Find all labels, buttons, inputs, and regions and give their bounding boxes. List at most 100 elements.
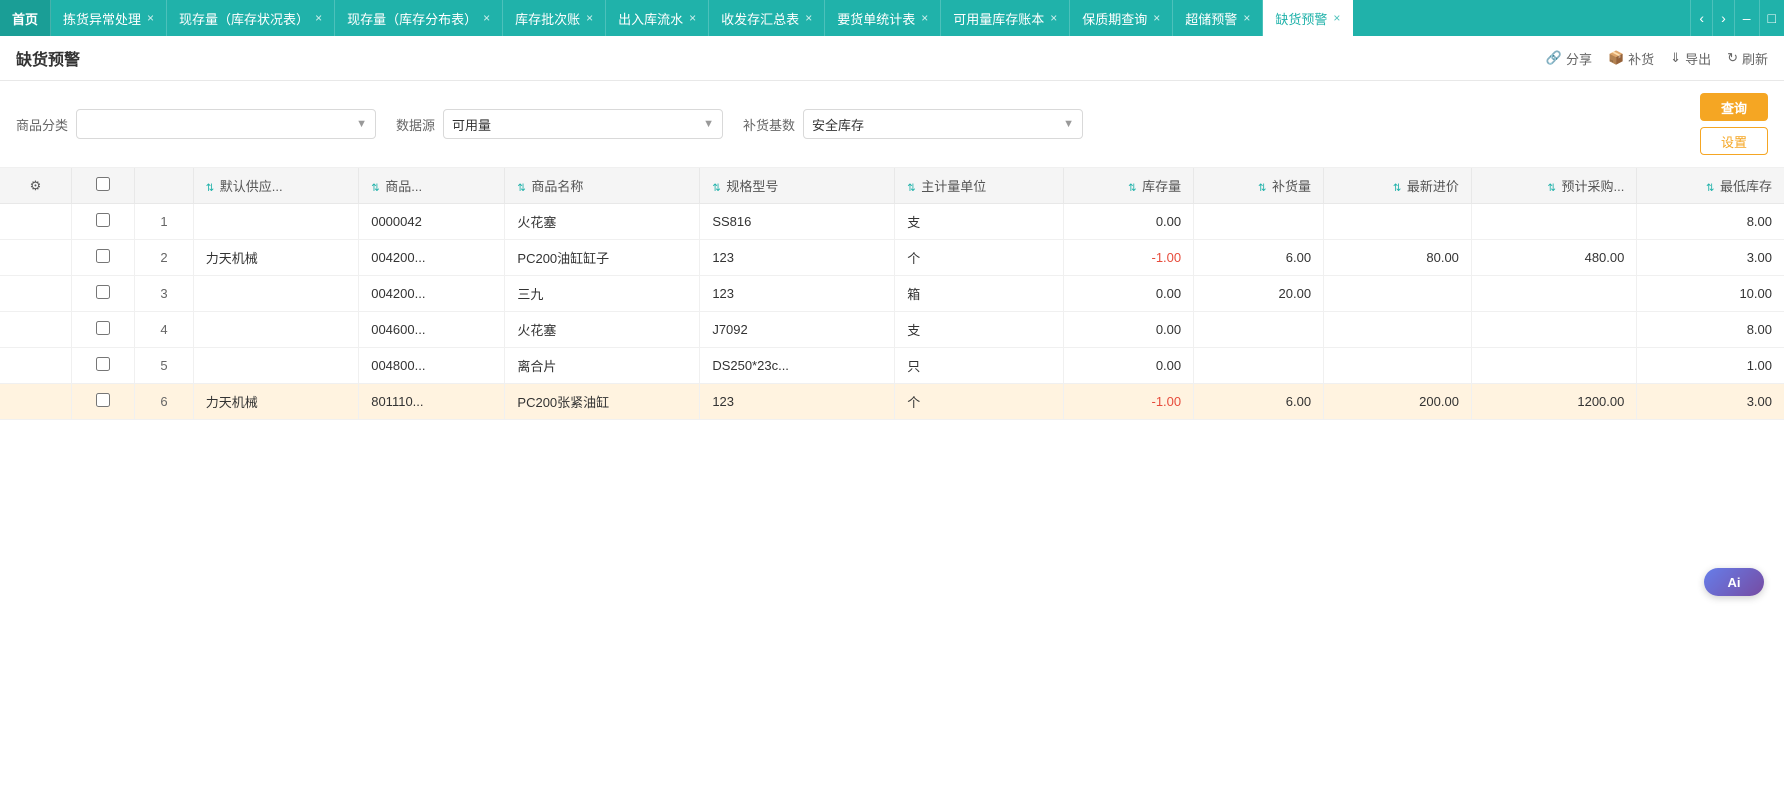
col-header-spec[interactable]: ⇅ 规格型号 — [700, 168, 895, 204]
product-category-group: 商品分类 ▼ — [16, 109, 376, 139]
table-row: 6 力天机械 801110... PC200张紧油缸 123 个 -1.00 6… — [0, 384, 1784, 420]
col-header-check[interactable] — [71, 168, 134, 204]
col-header-settings[interactable]: ⚙ — [0, 168, 71, 204]
col-header-minstock[interactable]: ⇅ 最低库存 — [1637, 168, 1784, 204]
tab-1[interactable]: 拣货异常处理 × — [51, 0, 167, 36]
tab-9-close[interactable]: × — [1153, 11, 1160, 25]
refresh-btn[interactable]: ↻ 刷新 — [1727, 49, 1768, 68]
replenish-base-select[interactable]: 安全库存 ▼ — [803, 109, 1083, 139]
row-check-3[interactable] — [71, 312, 134, 348]
col-header-replen[interactable]: ⇅ 补货量 — [1194, 168, 1324, 204]
tab-2[interactable]: 现存量（库存状况表） × — [167, 0, 335, 36]
row-check-1[interactable] — [71, 240, 134, 276]
row-code-2: 004200... — [359, 276, 505, 312]
row-checkbox-3[interactable] — [96, 321, 110, 335]
tab-minimize-btn[interactable]: – — [1734, 0, 1759, 36]
replenish-icon: 📦 — [1608, 50, 1624, 66]
tab-7-close[interactable]: × — [921, 11, 928, 25]
product-category-select[interactable]: ▼ — [76, 109, 376, 139]
sort-icon-minstock: ⇅ — [1706, 183, 1714, 194]
sort-icon-unit: ⇅ — [907, 183, 915, 194]
header-checkbox[interactable] — [96, 177, 110, 191]
row-settings-4 — [0, 348, 71, 384]
tab-maximize-btn[interactable]: □ — [1759, 0, 1784, 36]
row-checkbox-5[interactable] — [96, 393, 110, 407]
row-purchase-1: 480.00 — [1471, 240, 1636, 276]
tab-1-close[interactable]: × — [147, 11, 154, 25]
row-check-4[interactable] — [71, 348, 134, 384]
settings-icon: ⚙ — [30, 178, 42, 193]
row-spec-1: 123 — [700, 240, 895, 276]
col-header-name[interactable]: ⇅ 商品名称 — [505, 168, 700, 204]
row-purchase-0 — [1471, 204, 1636, 240]
row-settings-2 — [0, 276, 71, 312]
tab-8[interactable]: 可用量库存账本 × — [941, 0, 1070, 36]
tab-6-close[interactable]: × — [805, 11, 812, 25]
col-header-supplier[interactable]: ⇅ 默认供应... — [193, 168, 358, 204]
row-num-2: 3 — [135, 276, 193, 312]
row-settings-5 — [0, 384, 71, 420]
tab-6[interactable]: 收发存汇总表 × — [709, 0, 825, 36]
tab-4-close[interactable]: × — [586, 11, 593, 25]
sort-icon-stock: ⇅ — [1128, 183, 1136, 194]
tab-next-btn[interactable]: › — [1712, 0, 1734, 36]
col-header-unit[interactable]: ⇅ 主计量单位 — [895, 168, 1064, 204]
tab-11[interactable]: 缺货预警 × — [1263, 0, 1353, 36]
tab-3-close[interactable]: × — [483, 11, 490, 25]
header-actions: 🔗 分享 📦 补货 ⇓ 导出 ↻ 刷新 — [1546, 49, 1768, 68]
tab-8-close[interactable]: × — [1050, 11, 1057, 25]
tab-2-close[interactable]: × — [315, 11, 322, 25]
row-spec-4: DS250*23c... — [700, 348, 895, 384]
table-row: 1 0000042 火花塞 SS816 支 0.00 8.00 — [0, 204, 1784, 240]
tab-5[interactable]: 出入库流水 × — [606, 0, 709, 36]
row-unit-0: 支 — [895, 204, 1064, 240]
row-num-5: 6 — [135, 384, 193, 420]
replenish-btn[interactable]: 📦 补货 — [1608, 49, 1654, 68]
tab-3[interactable]: 现存量（库存分布表） × — [335, 0, 503, 36]
page-title: 缺货预警 — [16, 46, 80, 70]
share-btn[interactable]: 🔗 分享 — [1546, 49, 1592, 68]
sort-icon-replen: ⇅ — [1258, 183, 1266, 194]
tab-9[interactable]: 保质期查询 × — [1070, 0, 1173, 36]
filter-bar: 商品分类 ▼ 数据源 可用量 ▼ 补货基数 安全库存 ▼ 查询 设置 — [0, 81, 1784, 168]
table-row: 4 004600... 火花塞 J7092 支 0.00 8.00 — [0, 312, 1784, 348]
row-price-1: 80.00 — [1324, 240, 1472, 276]
tab-10[interactable]: 超储预警 × — [1173, 0, 1263, 36]
col-header-purchase[interactable]: ⇅ 预计采购... — [1471, 168, 1636, 204]
row-num-1: 2 — [135, 240, 193, 276]
tab-10-close[interactable]: × — [1243, 11, 1250, 25]
tab-7[interactable]: 要货单统计表 × — [825, 0, 941, 36]
row-checkbox-2[interactable] — [96, 285, 110, 299]
data-source-select[interactable]: 可用量 ▼ — [443, 109, 723, 139]
row-purchase-3 — [1471, 312, 1636, 348]
row-settings-3 — [0, 312, 71, 348]
ai-button[interactable]: Ai — [1704, 568, 1764, 596]
tab-4[interactable]: 库存批次账 × — [503, 0, 606, 36]
col-header-code[interactable]: ⇅ 商品... — [359, 168, 505, 204]
row-check-2[interactable] — [71, 276, 134, 312]
export-btn[interactable]: ⇓ 导出 — [1670, 49, 1711, 68]
col-header-price[interactable]: ⇅ 最新进价 — [1324, 168, 1472, 204]
tab-5-close[interactable]: × — [689, 11, 696, 25]
row-num-0: 1 — [135, 204, 193, 240]
row-checkbox-0[interactable] — [96, 213, 110, 227]
tab-11-close[interactable]: × — [1333, 11, 1340, 25]
query-button[interactable]: 查询 — [1700, 93, 1768, 121]
col-header-stock[interactable]: ⇅ 库存量 — [1064, 168, 1194, 204]
tab-nav-controls: ‹ › – □ — [1690, 0, 1784, 36]
row-checkbox-1[interactable] — [96, 249, 110, 263]
row-spec-3: J7092 — [700, 312, 895, 348]
row-check-0[interactable] — [71, 204, 134, 240]
row-unit-4: 只 — [895, 348, 1064, 384]
table-row: 2 力天机械 004200... PC200油缸缸子 123 个 -1.00 6… — [0, 240, 1784, 276]
settings-button[interactable]: 设置 — [1700, 127, 1768, 155]
tab-prev-btn[interactable]: ‹ — [1690, 0, 1712, 36]
tab-home[interactable]: 首页 — [0, 0, 51, 36]
row-checkbox-4[interactable] — [96, 357, 110, 371]
row-spec-0: SS816 — [700, 204, 895, 240]
share-icon: 🔗 — [1546, 50, 1562, 66]
row-check-5[interactable] — [71, 384, 134, 420]
replenish-base-arrow-icon: ▼ — [1063, 118, 1074, 130]
row-settings-0 — [0, 204, 71, 240]
row-num-4: 5 — [135, 348, 193, 384]
